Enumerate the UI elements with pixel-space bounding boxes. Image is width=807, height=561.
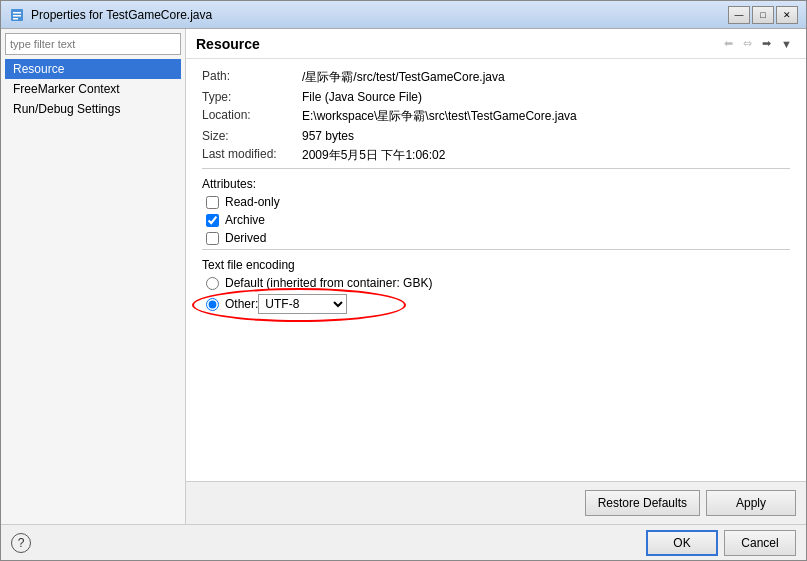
readonly-row: Read-only xyxy=(202,195,790,209)
default-encoding-row: Default (inherited from container: GBK) xyxy=(202,276,790,290)
cancel-button[interactable]: Cancel xyxy=(724,530,796,556)
action-buttons: Restore Defaults Apply xyxy=(186,482,806,524)
size-label: Size: xyxy=(202,129,302,143)
content-header: Resource ⬅ ⇔ ➡ ▼ xyxy=(186,29,806,59)
default-encoding-radio[interactable] xyxy=(206,277,219,290)
attributes-label: Attributes: xyxy=(202,177,790,191)
other-encoding-label: Other: xyxy=(225,297,258,311)
svg-rect-2 xyxy=(13,15,21,17)
sidebar: Resource FreeMarker Context Run/Debug Se… xyxy=(1,29,186,524)
location-value: E:\workspace\星际争霸\src\test\TestGameCore.… xyxy=(302,108,790,125)
sidebar-item-freemarker-context[interactable]: FreeMarker Context xyxy=(5,79,181,99)
maximize-button[interactable]: □ xyxy=(752,6,774,24)
ok-cancel-buttons: OK Cancel xyxy=(646,530,796,556)
location-label: Location: xyxy=(202,108,302,122)
derived-row: Derived xyxy=(202,231,790,245)
path-value: /星际争霸/src/test/TestGameCore.java xyxy=(302,69,790,86)
type-label: Type: xyxy=(202,90,302,104)
forward-arrow[interactable]: ➡ xyxy=(758,35,775,52)
content-body: Path: /星际争霸/src/test/TestGameCore.java T… xyxy=(186,59,806,481)
divider-1 xyxy=(202,168,790,169)
forward-arrow-separator: ⇔ xyxy=(739,35,756,52)
other-encoding-radio[interactable] xyxy=(206,298,219,311)
apply-button[interactable]: Apply xyxy=(706,490,796,516)
readonly-checkbox[interactable] xyxy=(206,196,219,209)
modified-row: Last modified: 2009年5月5日 下午1:06:02 xyxy=(202,147,790,164)
ok-button[interactable]: OK xyxy=(646,530,718,556)
restore-defaults-button[interactable]: Restore Defaults xyxy=(585,490,700,516)
path-label: Path: xyxy=(202,69,302,83)
properties-dialog: Properties for TestGameCore.java — □ ✕ R… xyxy=(0,0,807,561)
close-button[interactable]: ✕ xyxy=(776,6,798,24)
path-row: Path: /星际争霸/src/test/TestGameCore.java xyxy=(202,69,790,86)
content-title: Resource xyxy=(196,36,260,52)
dropdown-arrow[interactable]: ▼ xyxy=(777,36,796,52)
svg-rect-1 xyxy=(13,12,21,14)
minimize-button[interactable]: — xyxy=(728,6,750,24)
title-bar: Properties for TestGameCore.java — □ ✕ xyxy=(1,1,806,29)
other-encoding-row: Other: UTF-8 UTF-16 GBK ISO-8859-1 US-AS… xyxy=(202,294,347,314)
help-button[interactable]: ? xyxy=(11,533,31,553)
location-row: Location: E:\workspace\星际争霸\src\test\Tes… xyxy=(202,108,790,125)
filter-input[interactable] xyxy=(5,33,181,55)
sidebar-item-resource[interactable]: Resource xyxy=(5,59,181,79)
content-panel: Resource ⬅ ⇔ ➡ ▼ Path: /星际争霸/src/test/Te… xyxy=(186,29,806,524)
divider-2 xyxy=(202,249,790,250)
modified-label: Last modified: xyxy=(202,147,302,161)
default-encoding-label: Default (inherited from container: GBK) xyxy=(225,276,432,290)
derived-label: Derived xyxy=(225,231,266,245)
archive-checkbox[interactable] xyxy=(206,214,219,227)
footer-bar: ? OK Cancel xyxy=(1,524,806,560)
readonly-label: Read-only xyxy=(225,195,280,209)
encoding-dropdown[interactable]: UTF-8 UTF-16 GBK ISO-8859-1 US-ASCII xyxy=(258,294,347,314)
size-value: 957 bytes xyxy=(302,129,790,143)
bottom-panel: Restore Defaults Apply xyxy=(186,481,806,524)
back-arrow[interactable]: ⬅ xyxy=(720,35,737,52)
size-row: Size: 957 bytes xyxy=(202,129,790,143)
type-value: File (Java Source File) xyxy=(302,90,790,104)
main-content: Resource FreeMarker Context Run/Debug Se… xyxy=(1,29,806,524)
archive-label: Archive xyxy=(225,213,265,227)
svg-rect-3 xyxy=(13,18,18,20)
derived-checkbox[interactable] xyxy=(206,232,219,245)
sidebar-item-run-debug-settings[interactable]: Run/Debug Settings xyxy=(5,99,181,119)
window-controls: — □ ✕ xyxy=(728,6,798,24)
type-row: Type: File (Java Source File) xyxy=(202,90,790,104)
encoding-section-label: Text file encoding xyxy=(202,258,790,272)
nav-arrows: ⬅ ⇔ ➡ ▼ xyxy=(720,35,796,52)
archive-row: Archive xyxy=(202,213,790,227)
modified-value: 2009年5月5日 下午1:06:02 xyxy=(302,147,790,164)
window-title: Properties for TestGameCore.java xyxy=(31,8,728,22)
window-icon xyxy=(9,7,25,23)
